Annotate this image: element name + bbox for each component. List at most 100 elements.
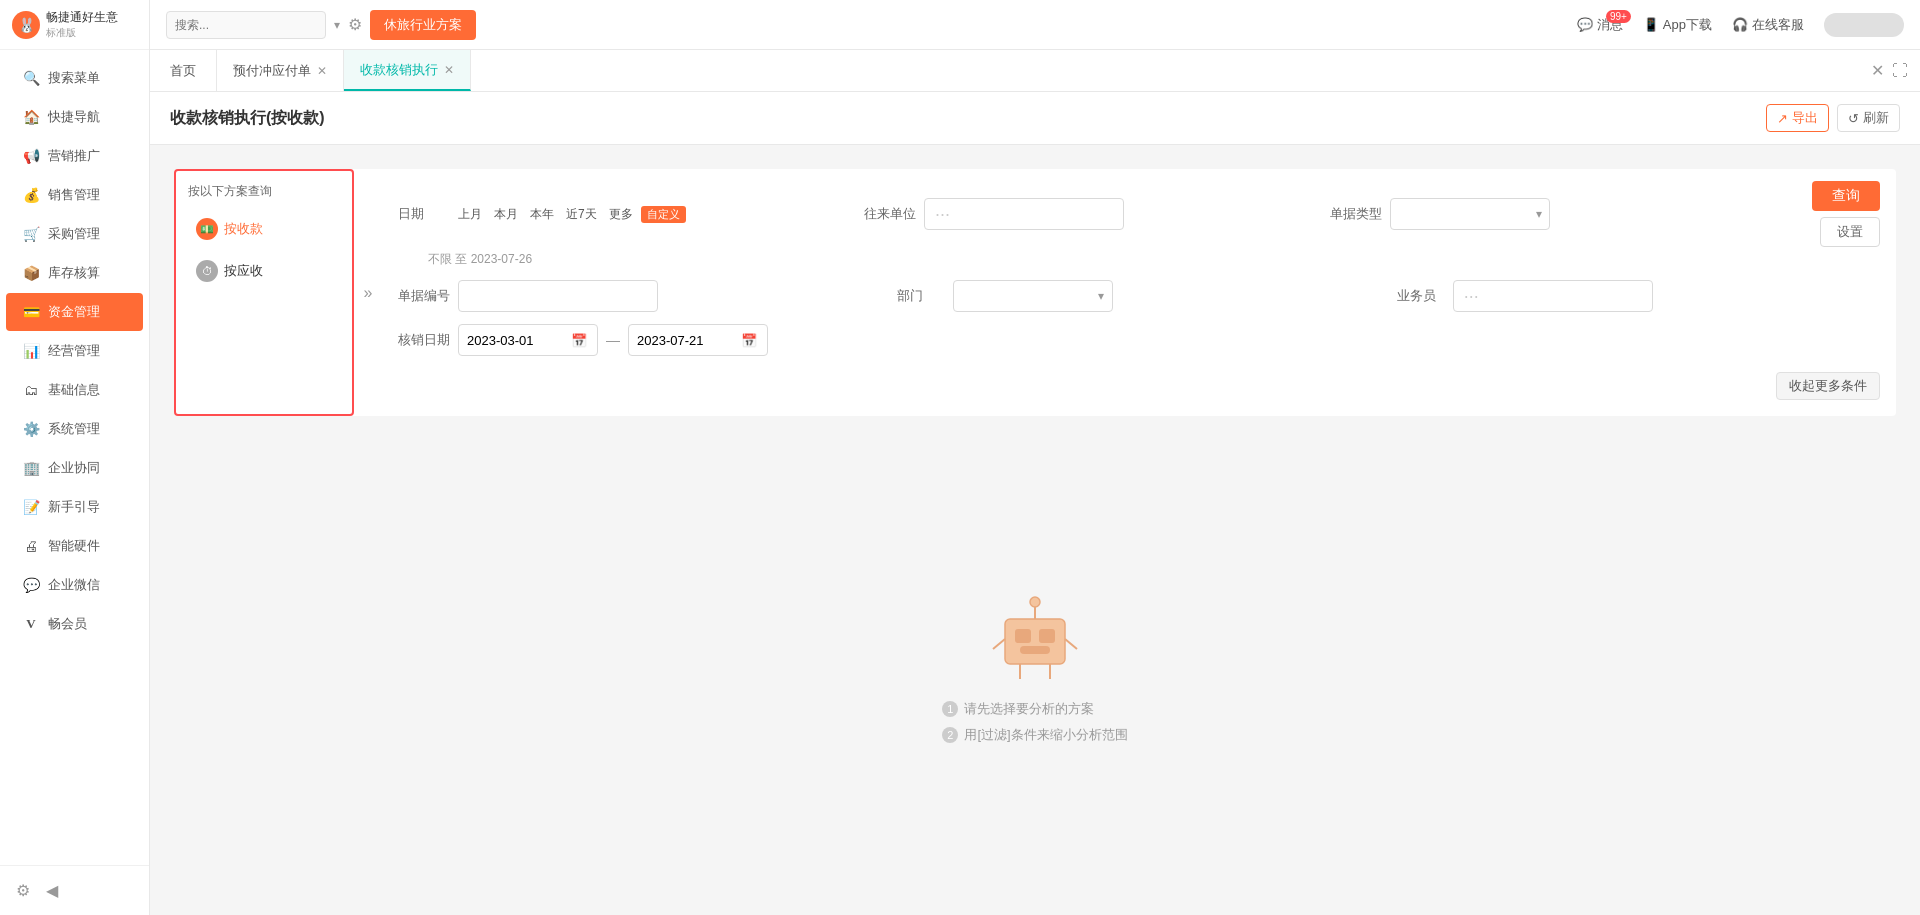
filter-more-row: 收起更多条件 xyxy=(398,368,1880,404)
topbar-dropdown-arrow[interactable]: ▾ xyxy=(334,18,340,32)
filter-settings-button[interactable]: 设置 xyxy=(1820,217,1880,247)
date-btn-this-year[interactable]: 本年 xyxy=(526,204,558,225)
verify-date-end-input[interactable] xyxy=(637,333,737,348)
partner-selector[interactable]: ··· xyxy=(924,198,1124,230)
tab-receive-close[interactable]: ✕ xyxy=(444,63,454,77)
sidebar-item-hardware[interactable]: 🖨 智能硬件 xyxy=(6,527,143,565)
empty-hint-2: 2 用[过滤]条件来缩小分析范围 xyxy=(942,722,1127,748)
settings-footer-icon[interactable]: ⚙ xyxy=(16,881,30,900)
tab-prepay-label: 预付冲应付单 xyxy=(233,62,311,80)
sidebar-item-finance[interactable]: 💳 资金管理 xyxy=(6,293,143,331)
topbar-app-download[interactable]: 📱 App下载 xyxy=(1643,16,1712,34)
calendar-end-icon[interactable]: 📅 xyxy=(741,333,757,348)
refresh-icon: ↺ xyxy=(1848,111,1859,126)
sidebar-item-inventory[interactable]: 📦 库存核算 xyxy=(6,254,143,292)
service-icon: 🎧 xyxy=(1732,17,1748,32)
sidebar-item-purchase[interactable]: 🛒 采购管理 xyxy=(6,215,143,253)
refresh-button[interactable]: ↺ 刷新 xyxy=(1837,104,1900,132)
date-custom-badge[interactable]: 自定义 xyxy=(641,206,686,223)
sidebar-item-business[interactable]: 📊 经营管理 xyxy=(6,332,143,370)
sidebar-item-marketing[interactable]: 📢 营销推广 xyxy=(6,137,143,175)
empty-text: 1 请先选择要分析的方案 2 用[过滤]条件来缩小分析范围 xyxy=(942,696,1127,748)
search-icon: 🔍 xyxy=(22,69,40,87)
docno-input[interactable] xyxy=(458,280,658,312)
date-btn-last-month[interactable]: 上月 xyxy=(454,204,486,225)
sidebar-item-wechat[interactable]: 💬 企业微信 xyxy=(6,566,143,604)
topbar-left: ▾ ⚙ 休旅行业方案 xyxy=(166,10,1565,40)
empty-state: 1 请先选择要分析的方案 2 用[过滤]条件来缩小分析范围 xyxy=(162,428,1908,903)
solution-button[interactable]: 休旅行业方案 xyxy=(370,10,476,40)
export-button[interactable]: ↗ 导出 xyxy=(1766,104,1829,132)
sidebar-item-shortcut[interactable]: 🏠 快捷导航 xyxy=(6,98,143,136)
empty-illustration xyxy=(985,584,1085,684)
logo-icon: 🐰 xyxy=(12,11,40,39)
collapse-more-button[interactable]: 收起更多条件 xyxy=(1776,372,1880,400)
corp-icon: 🏢 xyxy=(22,459,40,477)
partner-dots: ··· xyxy=(935,204,950,225)
filter-collapse-btn[interactable]: » xyxy=(358,169,378,416)
filter-option-by-receipt[interactable]: 💵 按收款 xyxy=(188,212,340,246)
staff-field: 业务员 ··· xyxy=(1397,280,1880,312)
empty-hint-1: 1 请先选择要分析的方案 xyxy=(942,696,1127,722)
staff-selector[interactable]: ··· xyxy=(1453,280,1653,312)
sidebar-item-system[interactable]: ⚙️ 系统管理 xyxy=(6,410,143,448)
main-area: ▾ ⚙ 休旅行业方案 💬 消息 99+ 📱 App下载 🎧 在线客服 首页 xyxy=(150,0,1920,915)
wechat-icon: 💬 xyxy=(22,576,40,594)
svg-rect-3 xyxy=(1020,646,1050,654)
filter-panel: 按以下方案查询 💵 按收款 ⏱ 按应收 » xyxy=(174,169,1896,416)
date-shortcuts: 上月 本月 本年 近7天 更多 自定义 xyxy=(454,204,686,225)
date-btn-7days[interactable]: 近7天 xyxy=(562,204,601,225)
topbar-user-avatar[interactable] xyxy=(1824,13,1904,37)
date-field: 日期 上月 本月 本年 近7天 更多 自定义 xyxy=(398,204,848,225)
tab-home[interactable]: 首页 xyxy=(150,50,217,91)
svg-point-5 xyxy=(1030,597,1040,607)
tab-expand-icon[interactable]: ⛶ xyxy=(1892,62,1908,80)
inventory-icon: 📦 xyxy=(22,264,40,282)
export-icon: ↗ xyxy=(1777,111,1788,126)
logo-text: 畅捷通好生意 标准版 xyxy=(46,10,118,39)
sidebar-item-search[interactable]: 🔍 搜索菜单 xyxy=(6,59,143,97)
verify-date-label: 核销日期 xyxy=(398,331,450,349)
tab-close-icon[interactable]: ✕ xyxy=(1871,61,1884,80)
verify-date-start-input[interactable] xyxy=(467,333,567,348)
tab-spacer xyxy=(471,50,1859,91)
home-icon: 🏠 xyxy=(22,108,40,126)
tab-receive[interactable]: 收款核销执行 ✕ xyxy=(344,50,471,91)
tab-prepay-close[interactable]: ✕ xyxy=(317,64,327,78)
dept-label: 部门 xyxy=(897,287,945,305)
query-button[interactable]: 查询 xyxy=(1812,181,1880,211)
topbar-online-service[interactable]: 🎧 在线客服 xyxy=(1732,16,1804,34)
topbar-message[interactable]: 💬 消息 99+ xyxy=(1577,16,1623,34)
svg-rect-0 xyxy=(1005,619,1065,664)
date-btn-this-month[interactable]: 本月 xyxy=(490,204,522,225)
sidebar-footer: ⚙ ◀ xyxy=(0,865,149,915)
sidebar-item-sales[interactable]: 💰 销售管理 xyxy=(6,176,143,214)
collapse-icon: » xyxy=(364,284,373,302)
sidebar-item-guide[interactable]: 📝 新手引导 xyxy=(6,488,143,526)
calendar-start-icon[interactable]: 📅 xyxy=(571,333,587,348)
sidebar-logo: 🐰 畅捷通好生意 标准版 xyxy=(0,0,149,50)
verify-date-range: 📅 — 📅 xyxy=(458,324,768,356)
tab-prepay[interactable]: 预付冲应付单 ✕ xyxy=(217,50,344,91)
sidebar-item-vip[interactable]: V 畅会员 xyxy=(6,605,143,643)
topbar-gear-icon[interactable]: ⚙ xyxy=(348,15,362,34)
sidebar-item-corp[interactable]: 🏢 企业协同 xyxy=(6,449,143,487)
sidebar-item-base[interactable]: 🗂 基础信息 xyxy=(6,371,143,409)
doctype-select[interactable] xyxy=(1390,198,1550,230)
page-header: 收款核销执行(按收款) ↗ 导出 ↺ 刷新 xyxy=(150,92,1920,145)
sidebar-menu: 🔍 搜索菜单 🏠 快捷导航 📢 营销推广 💰 销售管理 🛒 采购管理 📦 库存核… xyxy=(0,50,149,865)
collapse-sidebar-icon[interactable]: ◀ xyxy=(46,881,58,900)
guide-icon: 📝 xyxy=(22,498,40,516)
filter-row-1: 日期 上月 本月 本年 近7天 更多 自定义 xyxy=(398,181,1880,247)
verify-date-end-wrapper: 📅 xyxy=(628,324,768,356)
finance-icon: 💳 xyxy=(22,303,40,321)
date-btn-more[interactable]: 更多 xyxy=(605,204,637,225)
app-icon: 📱 xyxy=(1643,17,1659,32)
topbar-search-input[interactable] xyxy=(166,11,326,39)
dept-select[interactable] xyxy=(962,289,1098,304)
doctype-field: 单据类型 xyxy=(1330,198,1780,230)
filter-option-by-receivable[interactable]: ⏱ 按应收 xyxy=(188,254,340,288)
dept-field: 部门 ▾ xyxy=(897,280,1380,312)
business-icon: 📊 xyxy=(22,342,40,360)
topbar-right: 💬 消息 99+ 📱 App下载 🎧 在线客服 xyxy=(1577,13,1904,37)
